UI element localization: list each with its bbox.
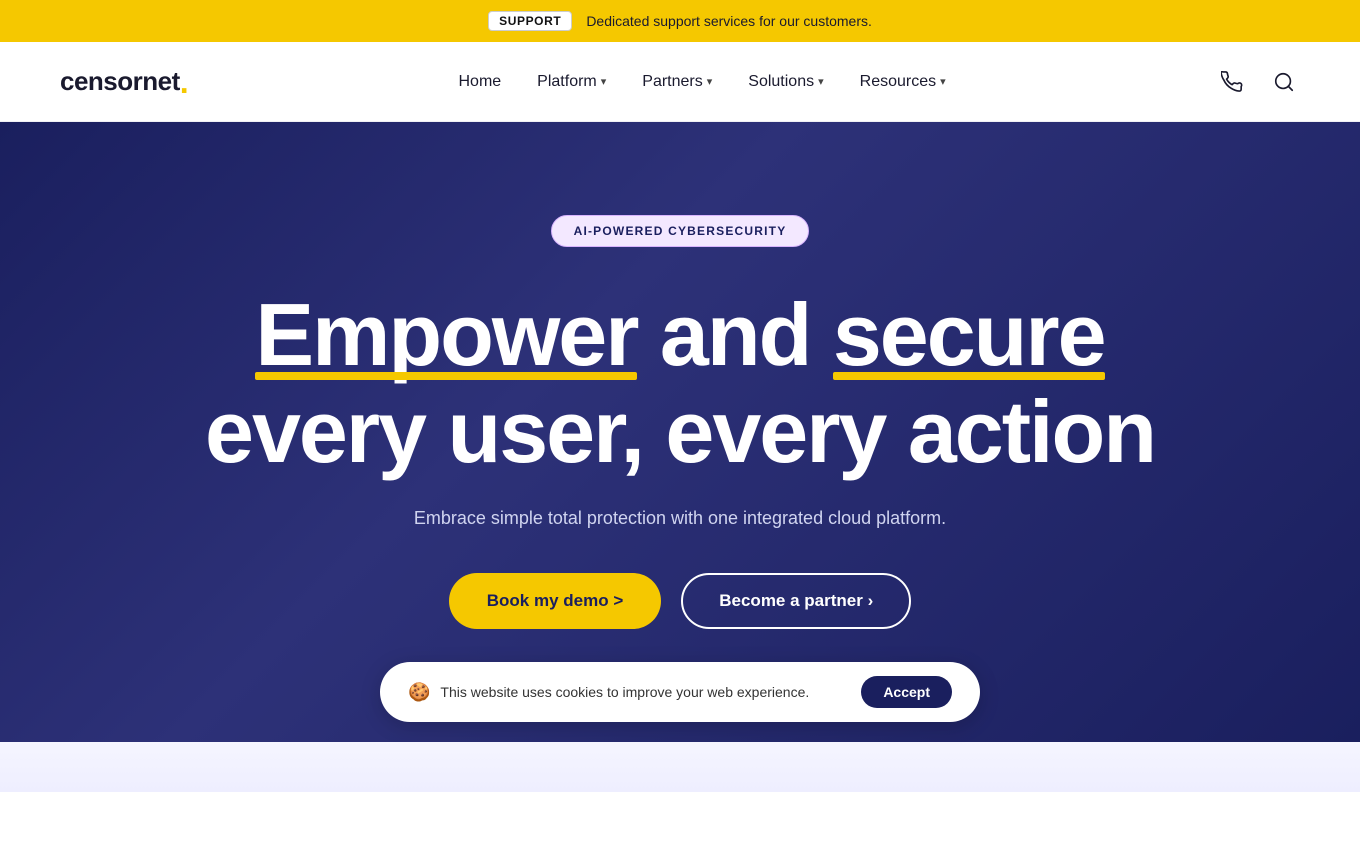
logo-dot: . (180, 66, 188, 98)
hero-title: Empower and secure every user, every act… (205, 287, 1155, 481)
nav-item-platform[interactable]: Platform ▾ (537, 73, 606, 91)
cookie-accept-button[interactable]: Accept (861, 676, 952, 708)
cookie-banner: 🍪 This website uses cookies to improve y… (380, 662, 980, 722)
highlight-empower: Empower (255, 287, 637, 384)
nav-link-home[interactable]: Home (458, 73, 501, 91)
cookie-emoji: 🍪 (408, 682, 430, 703)
search-icon (1273, 71, 1295, 93)
cookie-message: This website uses cookies to improve you… (440, 684, 809, 700)
chevron-down-icon: ▾ (707, 75, 713, 88)
phone-icon (1221, 71, 1243, 93)
phone-button[interactable] (1216, 66, 1248, 98)
nav-link-solutions[interactable]: Solutions ▾ (748, 73, 823, 91)
logo-text: censornet (60, 66, 180, 97)
nav-item-home[interactable]: Home (458, 73, 501, 91)
become-partner-button[interactable]: Become a partner › (681, 573, 911, 629)
navbar: censornet. Home Platform ▾ Partners ▾ So… (0, 42, 1360, 122)
search-button[interactable] (1268, 66, 1300, 98)
banner-text: Dedicated support services for our custo… (586, 13, 872, 29)
nav-links: Home Platform ▾ Partners ▾ Solutions ▾ R… (458, 73, 945, 91)
nav-item-resources[interactable]: Resources ▾ (860, 73, 946, 91)
hero-title-line2: every user, every action (205, 384, 1155, 481)
hero-badge: AI-POWERED CYBERSECURITY (551, 215, 810, 247)
nav-icons (1216, 66, 1300, 98)
hero-title-line1: Empower and secure (205, 287, 1155, 384)
top-banner: SUPPORT Dedicated support services for o… (0, 0, 1360, 42)
nav-link-resources[interactable]: Resources ▾ (860, 73, 946, 91)
support-badge[interactable]: SUPPORT (488, 11, 572, 31)
highlight-secure: secure (833, 287, 1105, 384)
chevron-down-icon: ▾ (940, 75, 946, 88)
hero-buttons: Book my demo > Become a partner › (449, 573, 912, 629)
chevron-down-icon: ▾ (818, 75, 824, 88)
logo[interactable]: censornet. (60, 66, 188, 98)
book-demo-button[interactable]: Book my demo > (449, 573, 662, 629)
nav-link-partners[interactable]: Partners ▾ (642, 73, 712, 91)
bottom-section (0, 742, 1360, 792)
nav-item-solutions[interactable]: Solutions ▾ (748, 73, 823, 91)
nav-item-partners[interactable]: Partners ▾ (642, 73, 712, 91)
hero-subtitle: Embrace simple total protection with one… (414, 508, 946, 529)
cookie-text-group: 🍪 This website uses cookies to improve y… (408, 682, 809, 703)
nav-link-platform[interactable]: Platform ▾ (537, 73, 606, 91)
chevron-down-icon: ▾ (601, 75, 607, 88)
hero-section: AI-POWERED CYBERSECURITY Empower and sec… (0, 122, 1360, 742)
